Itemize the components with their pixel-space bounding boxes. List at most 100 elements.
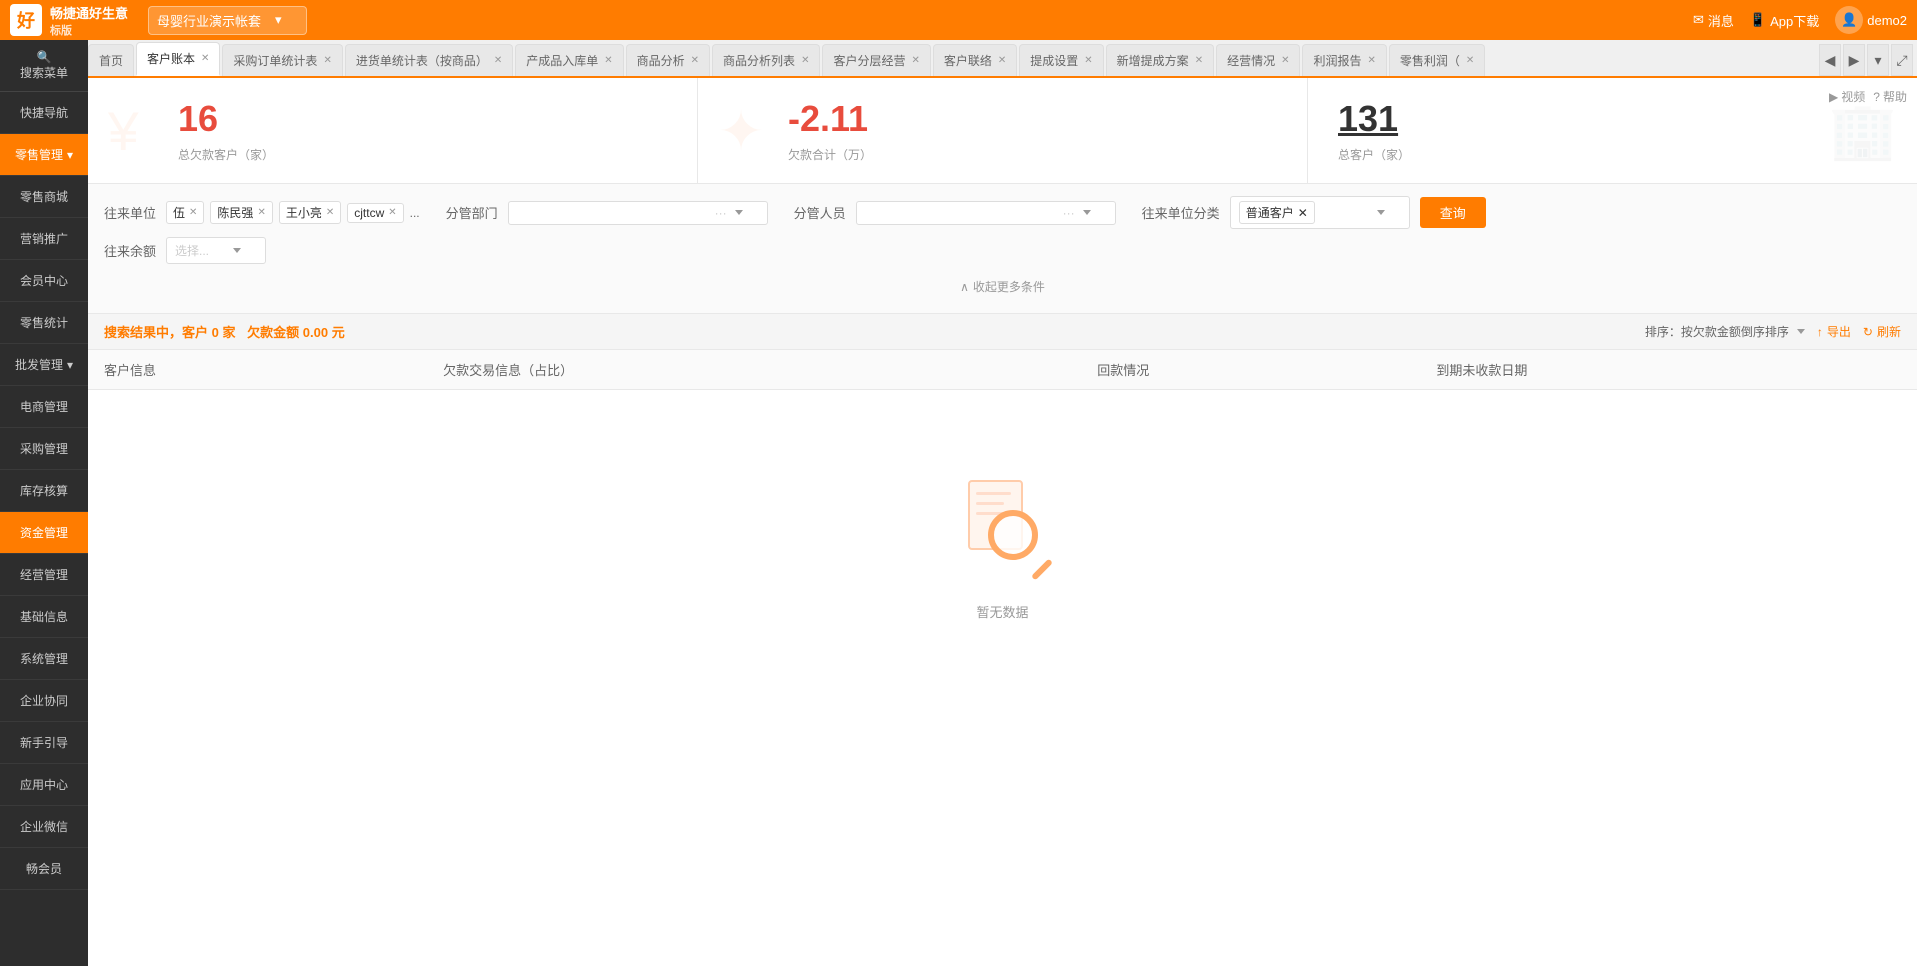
col-debt-info: 欠款交易信息（占比） <box>427 350 1081 390</box>
remove-tag-chen[interactable]: ✕ <box>257 207 265 218</box>
export-button[interactable]: ↑ 导出 <box>1817 323 1851 340</box>
stat-debt-amount-value: -2.11 <box>788 98 868 140</box>
tab-customer-account[interactable]: 客户账本 ✕ <box>136 42 220 76</box>
tab-operations[interactable]: 经营情况 ✕ <box>1216 44 1300 76</box>
stat-debt-amount-label: 欠款合计（万） <box>788 146 872 163</box>
remove-customer-type[interactable]: ✕ <box>1298 206 1308 220</box>
remove-tag-wu[interactable]: ✕ <box>189 207 197 218</box>
sidebar-item-search[interactable]: 🔍搜索菜单 <box>0 40 88 92</box>
sidebar-item-ecommerce[interactable]: 电商管理 <box>0 386 88 428</box>
tab-expand-button[interactable]: ⤢ <box>1891 44 1913 76</box>
tab-customer-stratified[interactable]: 客户分层经营 ✕ <box>822 44 930 76</box>
tab-production[interactable]: 产成品入库单 ✕ <box>515 44 623 76</box>
data-table: 客户信息 欠款交易信息（占比） 回款情况 到期未收款日期 <box>88 350 1917 701</box>
tab-close-add-commission[interactable]: ✕ <box>1195 55 1203 66</box>
sidebar: 🔍搜索菜单 快捷导航 零售管理▾ 零售商城 营销推广 会员中心 零售统计 批发管… <box>0 40 88 966</box>
sidebar-item-quick-nav[interactable]: 快捷导航 <box>0 92 88 134</box>
sidebar-item-system[interactable]: 系统管理 <box>0 638 88 680</box>
collapse-button[interactable]: ∧ 收起更多条件 <box>960 278 1045 295</box>
app-title: 畅捷通好生意 <box>50 3 128 22</box>
app-subtitle: 标版 <box>50 22 128 38</box>
sidebar-item-newbie[interactable]: 新手引导 <box>0 722 88 764</box>
tab-next-button[interactable]: ▶ <box>1843 44 1865 76</box>
tab-prev-button[interactable]: ◀ <box>1819 44 1841 76</box>
filter-tag-chen[interactable]: 陈民强 ✕ <box>210 201 272 224</box>
tab-commission-settings[interactable]: 提成设置 ✕ <box>1019 44 1103 76</box>
tab-close-retail-profit[interactable]: ✕ <box>1466 55 1474 66</box>
sidebar-item-member[interactable]: 畅会员 <box>0 848 88 890</box>
empty-state: 暂无数据 <box>88 390 1917 701</box>
filter-tag-cjttcw[interactable]: cjttcw ✕ <box>347 203 403 223</box>
video-link[interactable]: ▶ 视频 <box>1829 88 1865 105</box>
sidebar-item-wholesale[interactable]: 批发管理▾ <box>0 344 88 386</box>
filter-tag-wu[interactable]: 伍 ✕ <box>166 201 204 224</box>
tab-close-production[interactable]: ✕ <box>604 55 612 66</box>
filter-area: 往来单位 伍 ✕ 陈民强 ✕ 王小亮 <box>88 184 1917 314</box>
tab-close-goods-stats[interactable]: ✕ <box>494 55 502 66</box>
empty-text: 暂无数据 <box>976 602 1028 621</box>
tab-menu-button[interactable]: ▾ <box>1867 44 1889 76</box>
refresh-button[interactable]: ↻ 刷新 <box>1863 323 1901 340</box>
sidebar-item-wechat[interactable]: 企业微信 <box>0 806 88 848</box>
sidebar-item-collab[interactable]: 企业协同 <box>0 680 88 722</box>
filter-tags-more[interactable]: ... <box>410 206 420 220</box>
sidebar-item-marketing[interactable]: 营销推广 <box>0 218 88 260</box>
empty-illustration <box>943 470 1063 590</box>
app-download-button[interactable]: 📱 App下载 <box>1750 11 1819 30</box>
page-content: ¥ 16 总欠款客户（家） ✦ -2.11 欠款合计（万） 🏢 131 总客户（… <box>88 78 1917 966</box>
result-bar: 搜索结果中，客户 0 家 欠款金额 0.00 元 排序：按欠款金额倒序排序 <box>88 314 1917 350</box>
remove-tag-wang[interactable]: ✕ <box>326 207 334 218</box>
dept-select[interactable]: ··· <box>508 201 768 225</box>
tab-product-analysis[interactable]: 商品分析 ✕ <box>626 44 710 76</box>
sidebar-item-app-center[interactable]: 应用中心 <box>0 764 88 806</box>
tab-close-operations[interactable]: ✕ <box>1281 55 1289 66</box>
sidebar-item-retail-mgmt[interactable]: 零售管理▾ <box>0 134 88 176</box>
tab-purchase-order-stats[interactable]: 采购订单统计表 ✕ <box>222 44 342 76</box>
stat-total-customers2: 🏢 131 总客户（家） ▶ 视频 ? 帮助 <box>1308 78 1917 183</box>
tab-retail-profit[interactable]: 零售利润（ ✕ <box>1389 44 1485 76</box>
sidebar-item-basic-info[interactable]: 基础信息 <box>0 596 88 638</box>
tab-close-purchase-order-stats[interactable]: ✕ <box>323 55 331 66</box>
stat-total-customers-label: 总欠款客户（家） <box>178 146 274 163</box>
tab-product-analysis-list[interactable]: 商品分析列表 ✕ <box>712 44 820 76</box>
tab-close-customer-contact[interactable]: ✕ <box>998 55 1006 66</box>
tab-close-product-analysis[interactable]: ✕ <box>691 55 699 66</box>
help-link[interactable]: ? 帮助 <box>1873 88 1907 105</box>
unit-class-select[interactable]: 普通客户 ✕ <box>1230 196 1410 229</box>
stat-total-customers2-value: 131 <box>1338 98 1398 140</box>
query-button[interactable]: 查询 <box>1420 197 1486 228</box>
col-due-date: 到期未收款日期 <box>1420 350 1917 390</box>
sort-chevron <box>1797 329 1805 334</box>
tab-home[interactable]: 首页 <box>88 44 134 76</box>
empty-handle <box>1031 559 1053 581</box>
tab-close-customer-account[interactable]: ✕ <box>201 53 209 64</box>
tab-close-profit-report[interactable]: ✕ <box>1368 55 1376 66</box>
balance-label: 往来余额 <box>104 241 156 260</box>
sidebar-item-retail-stats[interactable]: 零售统计 <box>0 302 88 344</box>
tab-goods-stats[interactable]: 进货单统计表（按商品） ✕ <box>345 44 513 76</box>
org-selector[interactable]: 母婴行业演示帐套 ▾ <box>148 6 307 35</box>
tab-add-commission[interactable]: 新增提成方案 ✕ <box>1106 44 1214 76</box>
sidebar-item-operations[interactable]: 经营管理 <box>0 554 88 596</box>
result-info: 搜索结果中，客户 0 家 欠款金额 0.00 元 <box>104 322 345 341</box>
filter-tag-wang[interactable]: 王小亮 ✕ <box>279 201 341 224</box>
col-repayment: 回款情况 <box>1081 350 1420 390</box>
balance-select[interactable]: 选择... <box>166 237 266 264</box>
person-select[interactable]: ··· <box>856 201 1116 225</box>
sidebar-item-member-center[interactable]: 会员中心 <box>0 260 88 302</box>
tab-close-commission-settings[interactable]: ✕ <box>1084 55 1092 66</box>
balance-chevron <box>233 248 241 253</box>
sidebar-item-inventory[interactable]: 库存核算 <box>0 470 88 512</box>
sidebar-item-purchase[interactable]: 采购管理 <box>0 428 88 470</box>
messages-button[interactable]: ✉ 消息 <box>1693 11 1734 30</box>
sidebar-item-finance[interactable]: 资金管理 <box>0 512 88 554</box>
sidebar-item-retail-mall[interactable]: 零售商城 <box>0 176 88 218</box>
user-avatar[interactable]: 👤 demo2 <box>1835 6 1907 34</box>
tab-profit-report[interactable]: 利润报告 ✕ <box>1302 44 1386 76</box>
remove-tag-cjttcw[interactable]: ✕ <box>388 207 396 218</box>
tab-customer-contact[interactable]: 客户联络 ✕ <box>933 44 1017 76</box>
person-filter-label: 分管人员 <box>794 203 846 222</box>
tab-close-product-analysis-list[interactable]: ✕ <box>801 55 809 66</box>
sort-select[interactable]: 排序：按欠款金额倒序排序 <box>1645 323 1805 340</box>
tab-close-customer-stratified[interactable]: ✕ <box>911 55 919 66</box>
